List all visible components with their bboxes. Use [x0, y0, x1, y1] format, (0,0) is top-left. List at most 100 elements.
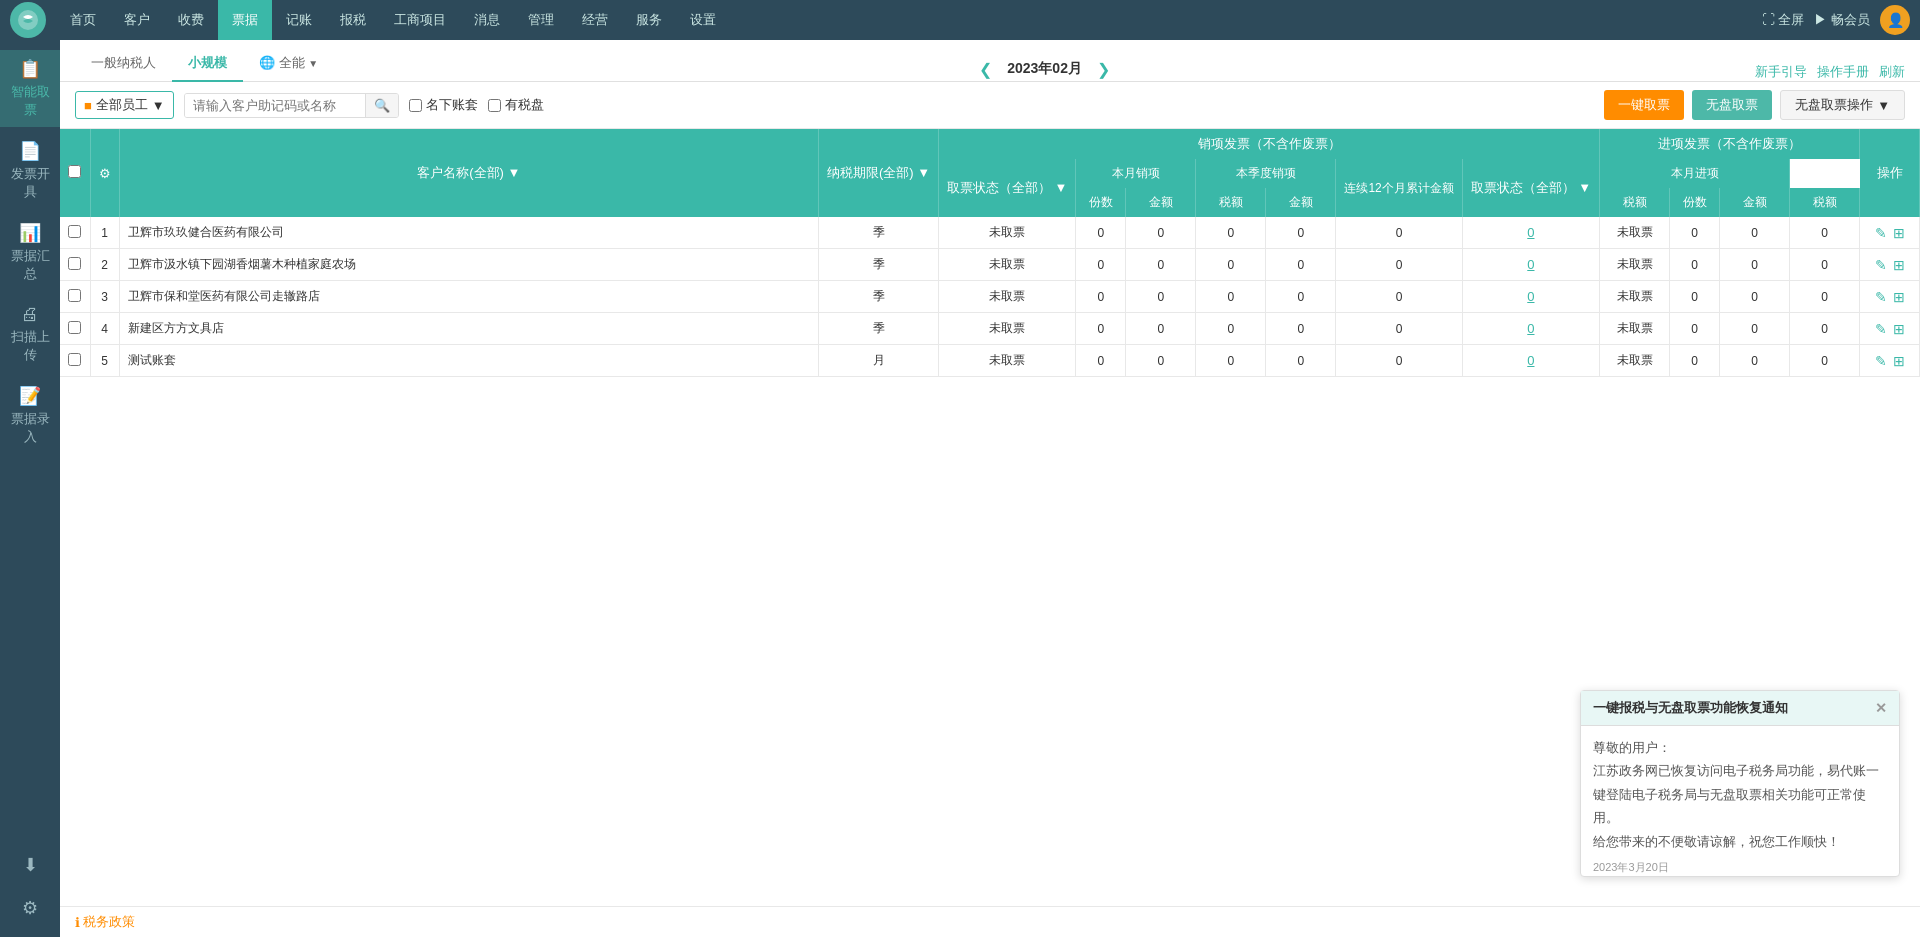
- search-wrap: 🔍: [184, 93, 399, 118]
- edit-icon[interactable]: ✎: [1875, 225, 1887, 241]
- vip-btn[interactable]: ▶ 畅会员: [1814, 11, 1870, 29]
- invoice-table: ⚙ 客户名称(全部) ▼ 纳税期限(全部) ▼ 销项发票（不含作废票） 进项发票…: [60, 129, 1920, 377]
- nav-billing[interactable]: 收费: [164, 0, 218, 40]
- th-sales-status[interactable]: 取票状态（全部） ▼: [939, 159, 1076, 217]
- sidebar-item-download[interactable]: ⬇: [0, 846, 60, 884]
- edit-icon[interactable]: ✎: [1875, 353, 1887, 369]
- row-checkbox[interactable]: [68, 225, 81, 238]
- diskless-fetch-button[interactable]: 无盘取票: [1692, 90, 1772, 120]
- edit-icon[interactable]: ✎: [1875, 321, 1887, 337]
- row-purchase-amount: 0: [1720, 217, 1790, 249]
- nav-home[interactable]: 首页: [56, 0, 110, 40]
- edit-icon[interactable]: ✎: [1875, 289, 1887, 305]
- nav-message[interactable]: 消息: [460, 0, 514, 40]
- manual-link[interactable]: 操作手册: [1817, 63, 1869, 81]
- th-cumulative: 连续12个月累计金额: [1336, 159, 1462, 217]
- search-button[interactable]: 🔍: [365, 94, 398, 117]
- nav-manage[interactable]: 管理: [514, 0, 568, 40]
- nav-bookkeeping[interactable]: 记账: [272, 0, 326, 40]
- th-purchase-status[interactable]: 取票状态（全部） ▼: [1462, 159, 1599, 217]
- th-quarterly-amount: 金额: [1266, 188, 1336, 217]
- row-customer-name: 测试账套: [119, 345, 819, 377]
- filter-row: ■ 全部员工 ▼ 🔍 名下账套 有税盘 一键取票 无盘取票 无盘取票操作: [60, 82, 1920, 129]
- edit-icon[interactable]: ✎: [1875, 257, 1887, 273]
- sidebar-item-summary[interactable]: 📊 票据汇总: [0, 214, 60, 291]
- row-sales-tax: 0: [1196, 249, 1266, 281]
- row-sales-copies: 0: [1076, 313, 1126, 345]
- tab-all-icon: 🌐: [259, 55, 279, 70]
- view-icon[interactable]: ⊞: [1893, 353, 1905, 369]
- notification-header: 一键报税与无盘取票功能恢复通知 ✕: [1581, 691, 1899, 726]
- row-period: 季: [819, 249, 939, 281]
- row-checkbox[interactable]: [68, 257, 81, 270]
- row-sales-tax: 0: [1196, 217, 1266, 249]
- row-purchase-status: 未取票: [1600, 345, 1670, 377]
- row-purchase-amount: 0: [1720, 345, 1790, 377]
- row-quarterly-amount: 0: [1266, 345, 1336, 377]
- th-sales-tax: 税额: [1196, 188, 1266, 217]
- tab-all[interactable]: 🌐 全能 ▼: [243, 46, 334, 82]
- notification-close-button[interactable]: ✕: [1875, 700, 1887, 716]
- tax-disk-filter[interactable]: 有税盘: [488, 96, 544, 114]
- row-purchase-amount: 0: [1720, 313, 1790, 345]
- fullscreen-btn[interactable]: ⛶ 全屏: [1762, 11, 1805, 29]
- sidebar-bottom: ⬇ ⚙: [0, 846, 60, 937]
- tab-general-taxpayer[interactable]: 一般纳税人: [75, 46, 172, 82]
- nav-tax[interactable]: 报税: [326, 0, 380, 40]
- row-sales-tax: 0: [1196, 345, 1266, 377]
- row-checkbox[interactable]: [68, 321, 81, 334]
- sidebar-label-summary: 票据汇总: [5, 247, 55, 283]
- my-account-checkbox[interactable]: [409, 99, 422, 112]
- row-sales-tax: 0: [1196, 313, 1266, 345]
- th-customer-name[interactable]: 客户名称(全部) ▼: [119, 129, 819, 217]
- row-purchase-tax: 0: [1790, 217, 1860, 249]
- smart-invoice-icon: 📋: [19, 58, 41, 80]
- nav-business[interactable]: 工商项目: [380, 0, 460, 40]
- table-row: 5 测试账套 月 未取票 0 0 0 0 0 0 未取票 0 0 0 ✎ ⊞: [60, 345, 1920, 377]
- row-sales-status: 未取票: [939, 313, 1076, 345]
- nav-invoice[interactable]: 票据: [218, 0, 272, 40]
- row-cumulative-amount: 0: [1462, 345, 1599, 377]
- nav-settings[interactable]: 设置: [676, 0, 730, 40]
- employee-filter-dropdown-icon: ▼: [152, 98, 165, 113]
- newbie-guide-link[interactable]: 新手引导: [1755, 63, 1807, 81]
- sidebar-item-scan[interactable]: 🖨 扫描上传: [0, 296, 60, 372]
- row-checkbox[interactable]: [68, 289, 81, 302]
- select-all-checkbox[interactable]: [68, 165, 81, 178]
- my-account-filter[interactable]: 名下账套: [409, 96, 478, 114]
- view-icon[interactable]: ⊞: [1893, 321, 1905, 337]
- diskless-fetch-ops-button[interactable]: 无盘取票操作 ▼: [1780, 90, 1905, 120]
- search-input[interactable]: [185, 94, 365, 117]
- sidebar-item-settings[interactable]: ⚙: [0, 889, 60, 927]
- row-index: 1: [90, 217, 119, 249]
- refresh-link[interactable]: 刷新: [1879, 63, 1905, 81]
- row-checkbox[interactable]: [68, 353, 81, 366]
- th-purchase-group: 进项发票（不含作废票）: [1600, 129, 1860, 159]
- tax-policy-link[interactable]: ℹ 税务政策: [75, 913, 135, 931]
- user-avatar[interactable]: 👤: [1880, 5, 1910, 35]
- period-prev-button[interactable]: ❮: [973, 57, 997, 81]
- view-icon[interactable]: ⊞: [1893, 289, 1905, 305]
- tab-small-scale[interactable]: 小规模: [172, 46, 243, 82]
- nav-service[interactable]: 服务: [622, 0, 676, 40]
- header-right-actions: 新手引导 操作手册 刷新: [1755, 63, 1905, 81]
- row-actions: ✎ ⊞: [1860, 313, 1920, 345]
- th-purchase-tax: 税额: [1790, 188, 1860, 217]
- th-tax-period[interactable]: 纳税期限(全部) ▼: [819, 129, 939, 217]
- row-sales-copies: 0: [1076, 217, 1126, 249]
- sidebar-item-issue-invoice[interactable]: 📄 发票开具: [0, 132, 60, 209]
- nav-customer[interactable]: 客户: [110, 0, 164, 40]
- view-icon[interactable]: ⊞: [1893, 225, 1905, 241]
- th-sales-amount: 金额: [1126, 188, 1196, 217]
- period-next-button[interactable]: ❯: [1092, 57, 1116, 81]
- sidebar-item-entry[interactable]: 📝 票据录入: [0, 377, 60, 454]
- employee-filter[interactable]: ■ 全部员工 ▼: [75, 91, 174, 119]
- row-sales-status: 未取票: [939, 345, 1076, 377]
- nav-operation[interactable]: 经营: [568, 0, 622, 40]
- row-index: 2: [90, 249, 119, 281]
- sidebar-item-smart-invoice[interactable]: 📋 智能取票: [0, 50, 60, 127]
- one-click-fetch-button[interactable]: 一键取票: [1604, 90, 1684, 120]
- row-quarterly-tax: 0: [1336, 217, 1462, 249]
- tax-disk-checkbox[interactable]: [488, 99, 501, 112]
- view-icon[interactable]: ⊞: [1893, 257, 1905, 273]
